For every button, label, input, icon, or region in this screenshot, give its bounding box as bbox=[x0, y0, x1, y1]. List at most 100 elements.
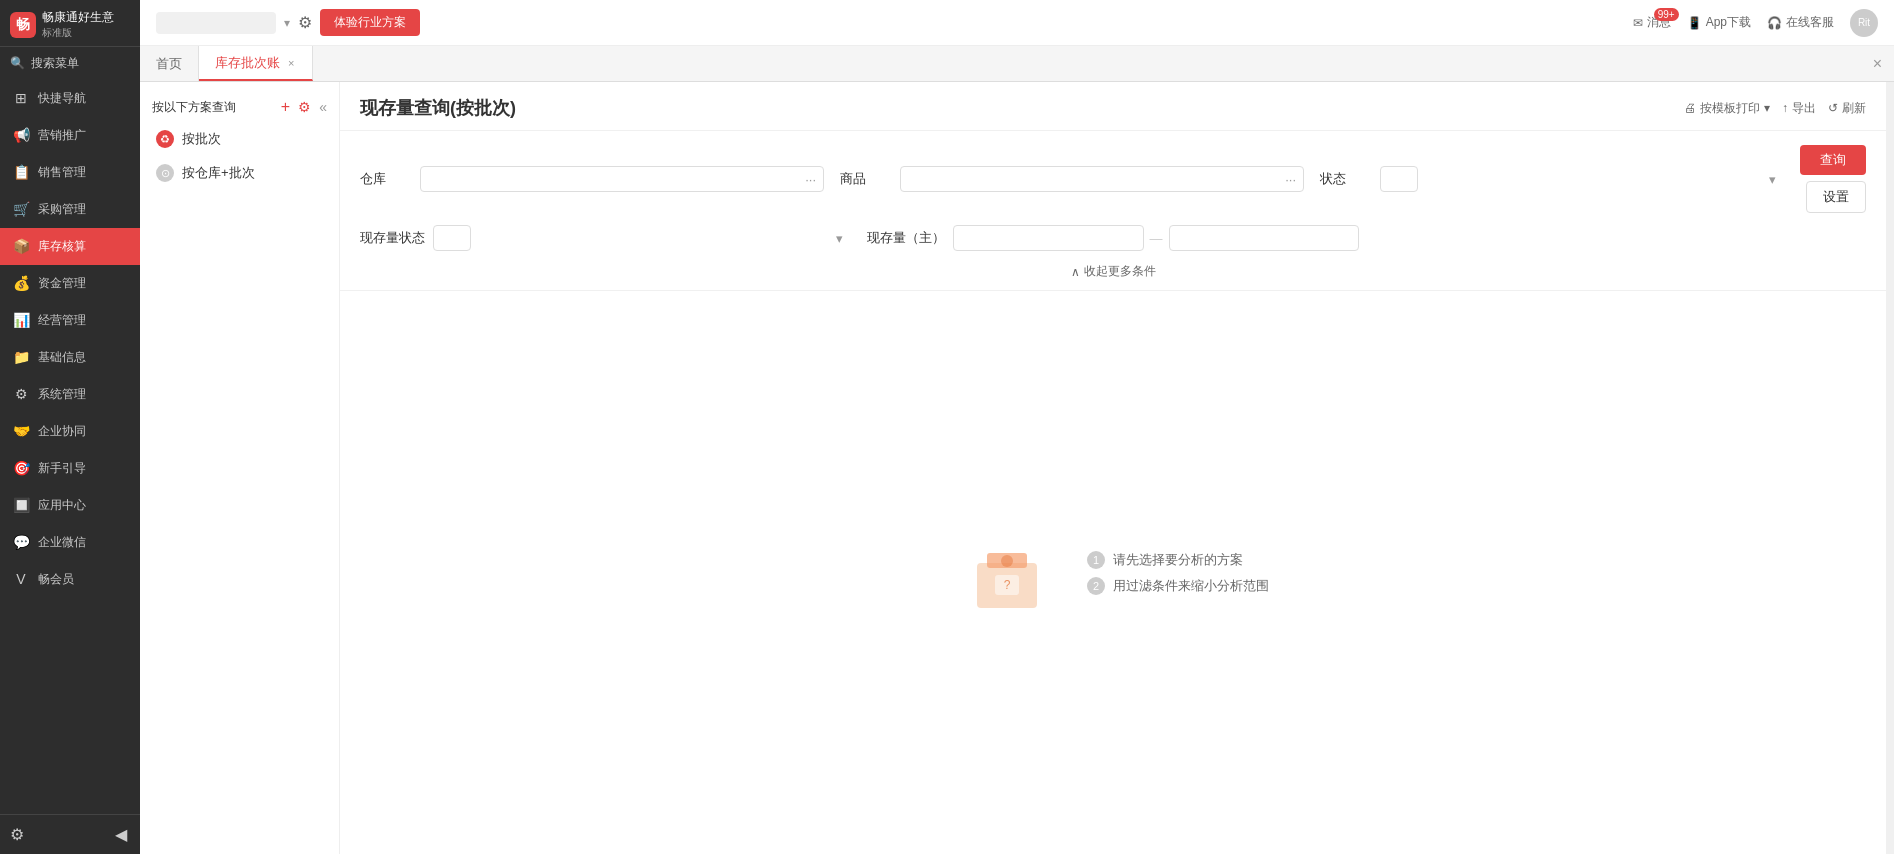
nav-label-enterprise: 企业协同 bbox=[38, 423, 86, 440]
sidebar-bottom: ⚙ ◀ bbox=[0, 814, 140, 854]
nav-label-basic: 基础信息 bbox=[38, 349, 86, 366]
sidebar-item-sales[interactable]: 📋销售管理 bbox=[0, 154, 140, 191]
trial-btn[interactable]: 体验行业方案 bbox=[320, 9, 420, 36]
topbar-left: ▾ ⚙ 体验行业方案 bbox=[156, 9, 1623, 36]
nav-label-finance: 资金管理 bbox=[38, 275, 86, 292]
tab-close-btn[interactable]: × bbox=[286, 57, 296, 69]
topbar-search-input[interactable] bbox=[156, 12, 276, 34]
status-select[interactable] bbox=[1380, 166, 1418, 192]
product-input[interactable] bbox=[900, 166, 1304, 192]
collapse-label: 收起更多条件 bbox=[1084, 263, 1156, 280]
nav-label-purchase: 采购管理 bbox=[38, 201, 86, 218]
stock-qty-min-input[interactable] bbox=[953, 225, 1143, 251]
close-tab-right-btn[interactable]: × bbox=[1861, 55, 1894, 73]
print-template-btn[interactable]: 🖨 按模板打印 ▾ bbox=[1684, 100, 1770, 117]
main-content: 现存量查询(按批次) 🖨 按模板打印 ▾ ↑ 导出 ↺ 刷新 bbox=[340, 82, 1886, 854]
svg-text:?: ? bbox=[1004, 578, 1011, 592]
user-avatar[interactable]: Rit bbox=[1850, 9, 1878, 37]
messages-btn[interactable]: ✉ 消息 99+ bbox=[1633, 14, 1671, 31]
collapse-filter-btn[interactable]: « bbox=[319, 99, 327, 115]
product-input-wrapper: ··· bbox=[900, 166, 1304, 192]
product-label: 商品 bbox=[840, 170, 900, 188]
form-row-1: 仓库 ··· 商品 ··· 状态 bbox=[360, 145, 1866, 213]
refresh-btn[interactable]: ↺ 刷新 bbox=[1828, 100, 1866, 117]
collapse-icon: ∧ bbox=[1071, 265, 1080, 279]
app-download-btn[interactable]: 📱 App下载 bbox=[1687, 14, 1751, 31]
page-actions: 🖨 按模板打印 ▾ ↑ 导出 ↺ 刷新 bbox=[1684, 100, 1866, 117]
tip-num-1: 1 bbox=[1087, 551, 1105, 569]
stock-status-select[interactable] bbox=[433, 225, 471, 251]
topbar-dropdown-btn[interactable]: ▾ bbox=[284, 16, 290, 30]
batch-scheme-label: 按批次 bbox=[182, 130, 221, 148]
filter-item-by-batch[interactable]: ♻ 按批次 bbox=[140, 122, 339, 156]
sidebar-item-quick-nav[interactable]: ⊞快捷导航 bbox=[0, 80, 140, 117]
topbar-right: ✉ 消息 99+ 📱 App下载 🎧 在线客服 Rit bbox=[1633, 9, 1878, 37]
tabs-bar: 首页 库存批次账 × × bbox=[140, 46, 1894, 82]
nav-icon-member: V bbox=[12, 571, 30, 587]
nav-icon-quick-nav: ⊞ bbox=[12, 90, 30, 106]
sidebar-item-enterprise[interactable]: 🤝企业协同 bbox=[0, 413, 140, 450]
status-select-wrapper bbox=[1380, 166, 1784, 192]
warehouse-input[interactable] bbox=[420, 166, 824, 192]
nav-label-apps: 应用中心 bbox=[38, 497, 86, 514]
stock-status-label: 现存量状态 bbox=[360, 229, 433, 247]
online-service-btn[interactable]: 🎧 在线客服 bbox=[1767, 14, 1834, 31]
sidebar-collapse-btn[interactable]: ◀ bbox=[112, 828, 130, 842]
status-group: 状态 bbox=[1320, 166, 1784, 192]
empty-illustration: ? bbox=[957, 523, 1057, 623]
tip-text-1: 请先选择要分析的方案 bbox=[1113, 547, 1243, 573]
stock-status-group: 现存量状态 bbox=[360, 225, 851, 251]
export-icon: ↑ bbox=[1782, 101, 1788, 115]
headset-icon: 🎧 bbox=[1767, 16, 1782, 30]
sidebar-item-basic[interactable]: 📁 基础信息 bbox=[0, 339, 140, 376]
phone-icon: 📱 bbox=[1687, 16, 1702, 30]
empty-state: ? 1 请先选择要分析的方案 2 用过滤条件来缩小分析范围 bbox=[340, 291, 1886, 854]
settings-icon[interactable]: ⚙ bbox=[10, 825, 24, 844]
sidebar-item-finance[interactable]: 💰资金管理 bbox=[0, 265, 140, 302]
add-scheme-btn[interactable]: + bbox=[281, 98, 290, 116]
sidebar-item-apps[interactable]: 🔲应用中心 bbox=[0, 487, 140, 524]
scheme-settings-btn[interactable]: ⚙ bbox=[298, 99, 311, 115]
warehouse-input-icon[interactable]: ··· bbox=[805, 172, 816, 187]
sidebar: 畅 畅康通好生意 标准版 🔍 搜索菜单 ⊞快捷导航📢营销推广📋销售管理🛒采购管理… bbox=[0, 0, 140, 854]
sidebar-item-marketing[interactable]: 📢营销推广 bbox=[0, 117, 140, 154]
print-label: 按模板打印 bbox=[1700, 100, 1760, 117]
sidebar-item-system[interactable]: ⚙系统管理 bbox=[0, 376, 140, 413]
tab-inventory-batch[interactable]: 库存批次账 × bbox=[199, 46, 313, 81]
sidebar-item-purchase[interactable]: 🛒采购管理 bbox=[0, 191, 140, 228]
tab-home[interactable]: 首页 bbox=[140, 46, 199, 81]
print-dropdown-icon: ▾ bbox=[1764, 101, 1770, 115]
app-version: 标准版 bbox=[42, 26, 114, 40]
topbar-settings-btn[interactable]: ⚙ bbox=[298, 13, 312, 32]
app-name: 畅康通好生意 bbox=[42, 10, 114, 26]
right-scrollbar[interactable] bbox=[1886, 82, 1894, 854]
tip-text-2: 用过滤条件来缩小分析范围 bbox=[1113, 573, 1269, 599]
nav-icon-system: ⚙ bbox=[12, 386, 30, 402]
warehouse-label: 仓库 bbox=[360, 170, 420, 188]
sidebar-item-operation[interactable]: 📊经营管理 bbox=[0, 302, 140, 339]
tip-item-2: 2 用过滤条件来缩小分析范围 bbox=[1087, 573, 1269, 599]
message-icon: ✉ bbox=[1633, 16, 1643, 30]
sidebar-item-wechat[interactable]: 💬企业微信 bbox=[0, 524, 140, 561]
stock-qty-max-input[interactable] bbox=[1169, 225, 1359, 251]
sidebar-item-inventory[interactable]: 📦库存核算 bbox=[0, 228, 140, 265]
print-icon: 🖨 bbox=[1684, 101, 1696, 115]
product-input-icon[interactable]: ··· bbox=[1285, 172, 1296, 187]
nav-label-sales: 销售管理 bbox=[38, 164, 86, 181]
sidebar-item-newbie[interactable]: 🎯新手引导 bbox=[0, 450, 140, 487]
settings-form-btn[interactable]: 设置 bbox=[1806, 181, 1866, 213]
nav-label-marketing: 营销推广 bbox=[38, 127, 86, 144]
search-menu[interactable]: 🔍 搜索菜单 bbox=[0, 47, 140, 80]
nav-label-newbie: 新手引导 bbox=[38, 460, 86, 477]
warehouse-group: 仓库 ··· bbox=[360, 166, 824, 192]
page-header: 现存量查询(按批次) 🖨 按模板打印 ▾ ↑ 导出 ↺ 刷新 bbox=[340, 82, 1886, 131]
tab-inventory-label: 库存批次账 bbox=[215, 54, 280, 72]
sidebar-item-member[interactable]: V畅会员 bbox=[0, 561, 140, 598]
collapse-more-btn[interactable]: ∧ 收起更多条件 bbox=[1071, 263, 1156, 280]
query-btn[interactable]: 查询 bbox=[1800, 145, 1866, 175]
nav-icon-basic: 📁 bbox=[12, 349, 30, 365]
app-download-label: App下载 bbox=[1706, 14, 1751, 31]
nav-label-operation: 经营管理 bbox=[38, 312, 86, 329]
filter-item-by-warehouse-batch[interactable]: ⊙ 按仓库+批次 bbox=[140, 156, 339, 190]
export-btn[interactable]: ↑ 导出 bbox=[1782, 100, 1816, 117]
